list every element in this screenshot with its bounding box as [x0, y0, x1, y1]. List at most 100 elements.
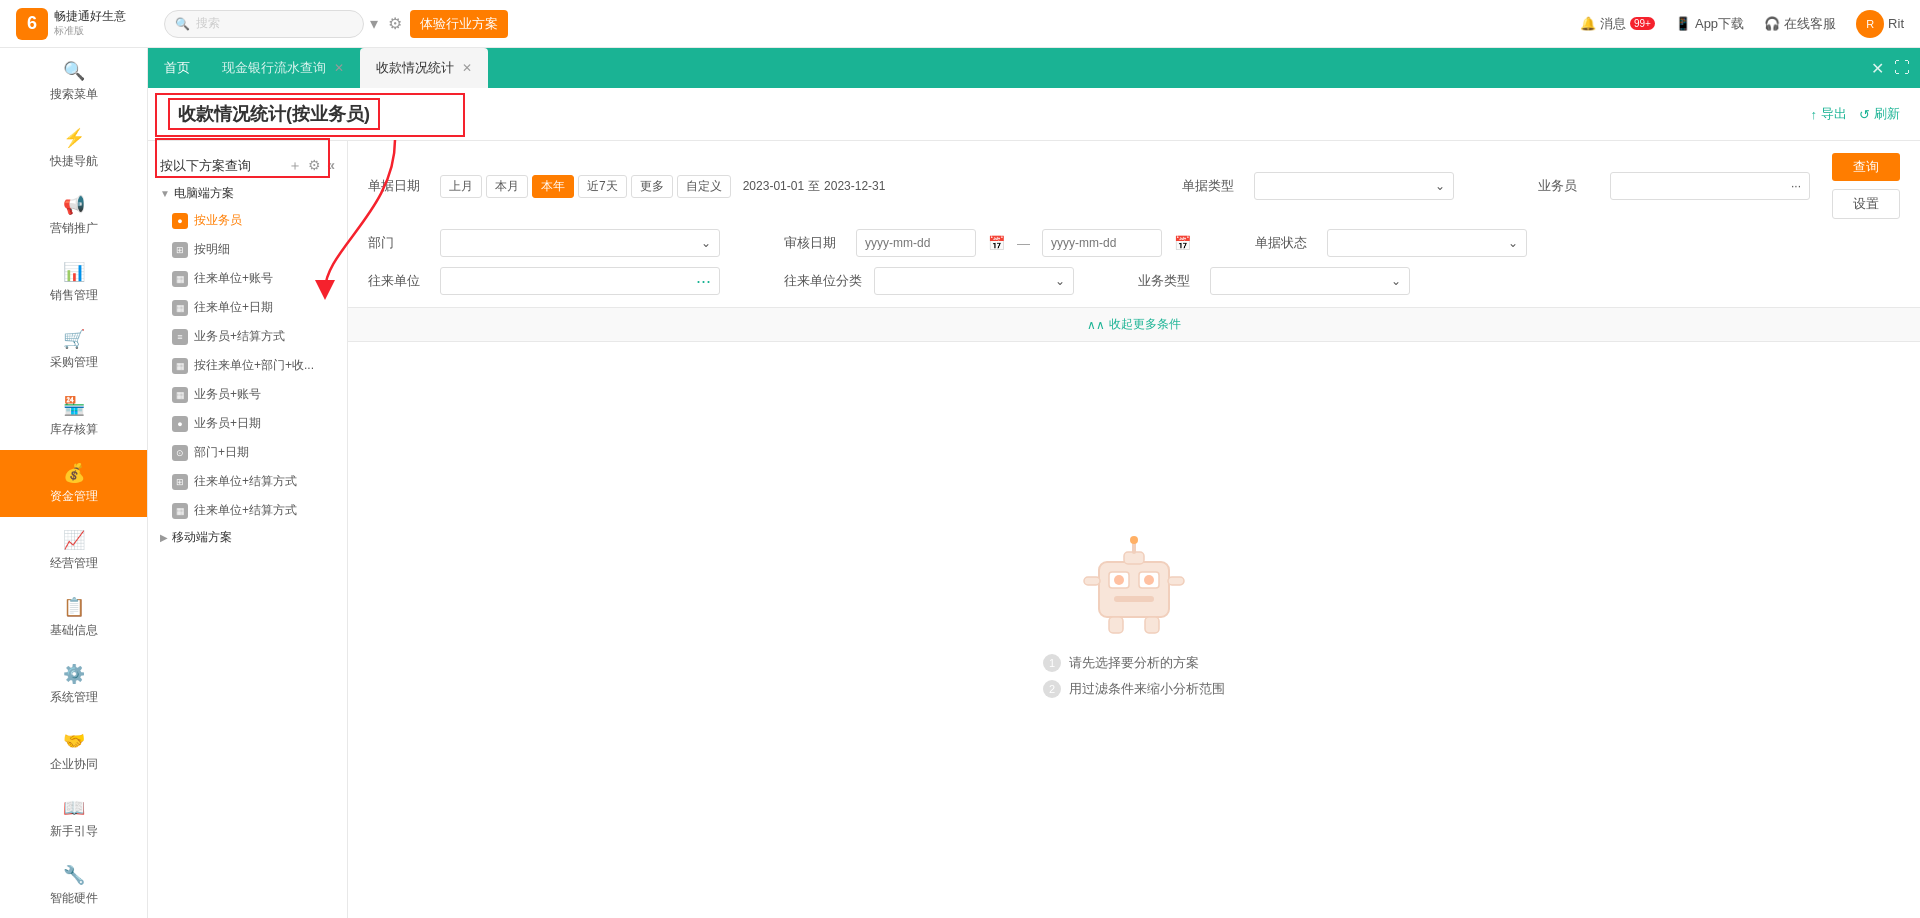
- panel-item-7[interactable]: ● 业务员+日期: [148, 409, 347, 438]
- query-button[interactable]: 查询: [1832, 153, 1900, 181]
- review-date-from-input[interactable]: [856, 229, 976, 257]
- sidebar-item-资金管理[interactable]: 💰 资金管理: [0, 450, 147, 517]
- business-type-select[interactable]: ⌄: [1210, 267, 1410, 295]
- settings-scheme-icon[interactable]: ⚙: [308, 157, 321, 175]
- set-button[interactable]: 设置: [1832, 189, 1900, 219]
- close-window-icon[interactable]: ✕: [1871, 59, 1884, 78]
- panel-item-2[interactable]: ▦ 往来单位+账号: [148, 264, 347, 293]
- more-date-btn[interactable]: 更多: [631, 175, 673, 198]
- panel-item-4[interactable]: ≡ 业务员+结算方式: [148, 322, 347, 351]
- svg-point-8: [1130, 536, 1138, 544]
- tab-bank-query-close[interactable]: ✕: [334, 61, 344, 75]
- panel-item-8[interactable]: ⊙ 部门+日期: [148, 438, 347, 467]
- panel-item-10[interactable]: ▦ 往来单位+结算方式: [148, 496, 347, 525]
- tab-collection-stats-close[interactable]: ✕: [462, 61, 472, 75]
- sidebar-item-库存核算[interactable]: 🏪 库存核算: [0, 383, 147, 450]
- sidebar-item-销售管理[interactable]: 📊 销售管理: [0, 249, 147, 316]
- sidebar-label-2: 营销推广: [50, 220, 98, 237]
- sidebar-icon-8: 📋: [63, 596, 85, 618]
- user-area[interactable]: R Rit: [1856, 10, 1904, 38]
- sidebar-item-新手引导[interactable]: 📖 新手引导: [0, 785, 147, 852]
- dropdown-arrow-icon[interactable]: ▾: [370, 14, 378, 33]
- refresh-button[interactable]: ↺ 刷新: [1859, 105, 1900, 123]
- last-7-days-btn[interactable]: 近7天: [578, 175, 627, 198]
- home-label: 首页: [164, 59, 190, 77]
- custom-date-btn[interactable]: 自定义: [677, 175, 731, 198]
- filter-row-1: 单据日期 上月 本月 本年 近7天 更多 自定义 2023-01-01 至: [368, 153, 1900, 219]
- empty-steps: 1 请先选择要分析的方案 2 用过滤条件来缩小分析范围: [1043, 654, 1225, 698]
- sidebar-item-快捷导航[interactable]: ⚡ 快捷导航: [0, 115, 147, 182]
- section-desktop-label: 电脑端方案: [174, 185, 234, 202]
- sidebar-item-系统管理[interactable]: ⚙️ 系统管理: [0, 651, 147, 718]
- search-placeholder: 搜索: [196, 15, 220, 32]
- this-year-btn[interactable]: 本年: [532, 175, 574, 198]
- counterparty-more-icon[interactable]: ···: [696, 271, 711, 292]
- collapse-bar[interactable]: ∧∧ 收起更多条件: [348, 308, 1920, 342]
- sidebar-label-1: 快捷导航: [50, 153, 98, 170]
- salesman-select[interactable]: ···: [1610, 172, 1810, 200]
- voucher-type-select[interactable]: ⌄: [1254, 172, 1454, 200]
- voucher-status-select[interactable]: ⌄: [1327, 229, 1527, 257]
- panel-item-9[interactable]: ⊞ 往来单位+结算方式: [148, 467, 347, 496]
- sidebar-label-4: 采购管理: [50, 354, 98, 371]
- app-download-item[interactable]: 📱 App下载: [1675, 15, 1744, 33]
- tab-bar-right: ✕ ⛶: [1871, 59, 1920, 78]
- counterparty-select[interactable]: ···: [440, 267, 720, 295]
- step-2-text: 用过滤条件来缩小分析范围: [1069, 680, 1225, 698]
- panel-item-5[interactable]: ▦ 按往来单位+部门+收...: [148, 351, 347, 380]
- counterparty-type-select[interactable]: ⌄: [874, 267, 1074, 295]
- panel-item-icon-1: ⊞: [172, 242, 188, 258]
- svg-rect-12: [1145, 617, 1159, 633]
- sidebar-icon-12: 🔧: [63, 864, 85, 886]
- sidebar-item-营销推广[interactable]: 📢 营销推广: [0, 182, 147, 249]
- sidebar-item-基础信息[interactable]: 📋 基础信息: [0, 584, 147, 651]
- review-date-to-input[interactable]: [1042, 229, 1162, 257]
- top-search-bar[interactable]: 🔍 搜索: [164, 10, 364, 38]
- sidebar-item-经营管理[interactable]: 📈 经营管理: [0, 517, 147, 584]
- settings-icon[interactable]: ⚙: [388, 14, 402, 33]
- tab-bank-query[interactable]: 现金银行流水查询 ✕: [206, 48, 360, 88]
- logo-name: 畅捷通好生意: [54, 9, 126, 25]
- sidebar-label-3: 销售管理: [50, 287, 98, 304]
- filter-panel: 单据日期 上月 本月 本年 近7天 更多 自定义 2023-01-01 至: [348, 141, 1920, 308]
- sidebar-label-8: 基础信息: [50, 622, 98, 639]
- tab-home[interactable]: 首页: [148, 48, 206, 88]
- sidebar-item-采购管理[interactable]: 🛒 采购管理: [0, 316, 147, 383]
- export-button[interactable]: ↑ 导出: [1811, 105, 1848, 123]
- section-mobile[interactable]: ▶ 移动端方案: [148, 525, 347, 550]
- left-panel: 按以下方案查询 ＋ ⚙ « ▼ 电脑端方案 ● 按业务员⊞ 按明细▦ 往来单位+…: [148, 141, 348, 918]
- panel-item-3[interactable]: ▦ 往来单位+日期: [148, 293, 347, 322]
- collapse-label: 收起更多条件: [1109, 316, 1181, 333]
- this-month-btn[interactable]: 本月: [486, 175, 528, 198]
- page-title: 收款情况统计(按业务员): [168, 98, 380, 130]
- sidebar-item-搜索菜单[interactable]: 🔍 搜索菜单: [0, 48, 147, 115]
- panel-item-icon-8: ⊙: [172, 445, 188, 461]
- main-content: 首页 现金银行流水查询 ✕ 收款情况统计 ✕ ✕ ⛶ 收款情况统计(按业务员) …: [148, 48, 1920, 918]
- online-service-item[interactable]: 🎧 在线客服: [1764, 15, 1836, 33]
- panel-item-0[interactable]: ● 按业务员: [148, 206, 347, 235]
- panel-item-6[interactable]: ▦ 业务员+账号: [148, 380, 347, 409]
- trial-button[interactable]: 体验行业方案: [410, 10, 508, 38]
- maximize-icon[interactable]: ⛶: [1894, 59, 1910, 77]
- last-month-btn[interactable]: 上月: [440, 175, 482, 198]
- panel-item-label-3: 往来单位+日期: [194, 299, 273, 316]
- counterparty-label: 往来单位: [368, 272, 428, 290]
- dept-select[interactable]: ⌄: [440, 229, 720, 257]
- date-range: 2023-01-01 至 2023-12-31: [743, 178, 886, 195]
- sidebar-icon-1: ⚡: [63, 127, 85, 149]
- panel-item-1[interactable]: ⊞ 按明细: [148, 235, 347, 264]
- refresh-icon: ↺: [1859, 107, 1870, 122]
- tab-collection-stats[interactable]: 收款情况统计 ✕: [360, 48, 488, 88]
- add-scheme-icon[interactable]: ＋: [288, 157, 302, 175]
- svg-rect-10: [1168, 577, 1184, 585]
- messages-item[interactable]: 🔔 消息 99+: [1580, 15, 1655, 33]
- calendar-from-icon[interactable]: 📅: [988, 235, 1005, 251]
- sidebar-icon-7: 📈: [63, 529, 85, 551]
- business-type-label: 业务类型: [1138, 272, 1198, 290]
- sidebar-item-企业协同[interactable]: 🤝 企业协同: [0, 718, 147, 785]
- section-desktop[interactable]: ▼ 电脑端方案: [148, 181, 347, 206]
- calendar-to-icon[interactable]: 📅: [1174, 235, 1191, 251]
- sidebar-item-智能硬件[interactable]: 🔧 智能硬件: [0, 852, 147, 918]
- collapse-panel-icon[interactable]: «: [327, 157, 335, 175]
- messages-label: 消息: [1600, 15, 1626, 33]
